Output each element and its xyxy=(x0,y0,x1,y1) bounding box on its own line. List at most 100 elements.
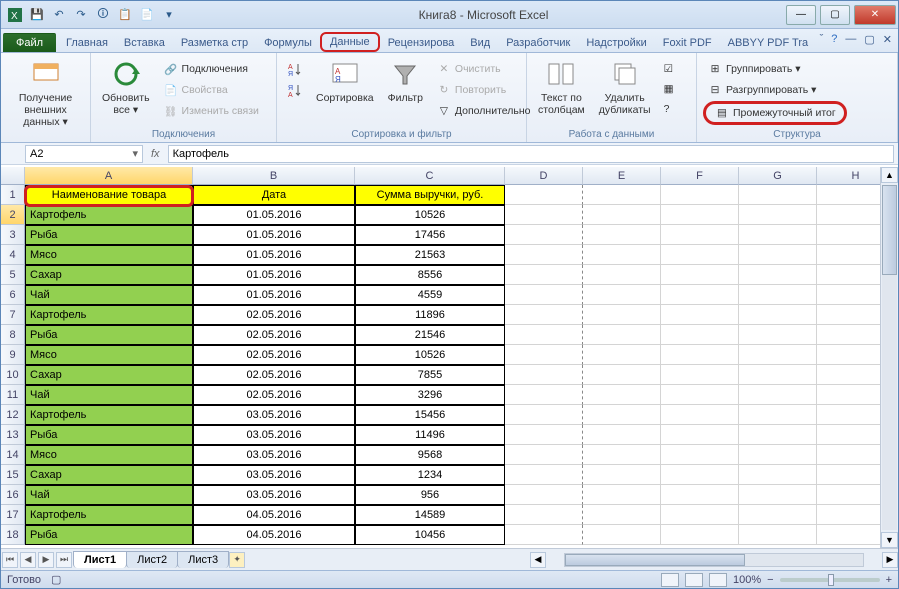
empty-cell[interactable] xyxy=(661,285,739,305)
tab-file[interactable]: Файл xyxy=(3,33,56,52)
name-box-input[interactable] xyxy=(30,148,108,160)
empty-cell[interactable] xyxy=(661,485,739,505)
cell-b-5[interactable]: 01.05.2016 xyxy=(193,265,355,285)
row-header-5[interactable]: 5 xyxy=(1,265,25,285)
cell-c-12[interactable]: 15456 xyxy=(355,405,505,425)
empty-cell[interactable] xyxy=(661,185,739,205)
cell-b-18[interactable]: 04.05.2016 xyxy=(193,525,355,545)
data-validation-icon[interactable]: ☑ xyxy=(660,61,678,77)
empty-cell[interactable] xyxy=(583,305,661,325)
empty-cell[interactable] xyxy=(505,225,583,245)
connections-button[interactable]: 🔗Подключения xyxy=(159,59,263,79)
name-box[interactable]: ▾ xyxy=(25,145,143,163)
empty-cell[interactable] xyxy=(505,445,583,465)
cell-c-2[interactable]: 10526 xyxy=(355,205,505,225)
empty-cell[interactable] xyxy=(661,385,739,405)
cell-a-18[interactable]: Рыба xyxy=(25,525,193,545)
empty-cell[interactable] xyxy=(739,465,817,485)
empty-cell[interactable] xyxy=(739,205,817,225)
row-header-16[interactable]: 16 xyxy=(1,485,25,505)
cell-c-7[interactable]: 11896 xyxy=(355,305,505,325)
row-header-2[interactable]: 2 xyxy=(1,205,25,225)
zoom-slider[interactable] xyxy=(780,578,880,582)
sheet-tab-Лист2[interactable]: Лист2 xyxy=(126,551,178,568)
edit-links-button[interactable]: ⛓Изменить связи xyxy=(159,101,263,121)
empty-cell[interactable] xyxy=(583,405,661,425)
empty-cell[interactable] xyxy=(505,205,583,225)
clear-filter-button[interactable]: ✕Очистить xyxy=(432,59,535,79)
properties-button[interactable]: 📄Свойства xyxy=(159,80,263,100)
cell-c-11[interactable]: 3296 xyxy=(355,385,505,405)
scroll-up-icon[interactable]: ▲ xyxy=(881,167,898,183)
empty-cell[interactable] xyxy=(739,445,817,465)
empty-cell[interactable] xyxy=(583,465,661,485)
sort-za-button[interactable]: ЯА xyxy=(283,80,307,100)
worksheet-grid[interactable]: ABCDEFGHI1Наименование товараДатаСумма в… xyxy=(1,167,898,548)
empty-cell[interactable] xyxy=(661,205,739,225)
empty-cell[interactable] xyxy=(739,185,817,205)
empty-cell[interactable] xyxy=(661,305,739,325)
empty-cell[interactable] xyxy=(583,485,661,505)
cell-a-16[interactable]: Чай xyxy=(25,485,193,505)
cell-c-13[interactable]: 11496 xyxy=(355,425,505,445)
empty-cell[interactable] xyxy=(505,485,583,505)
empty-cell[interactable] xyxy=(505,345,583,365)
cell-a-10[interactable]: Сахар xyxy=(25,365,193,385)
empty-cell[interactable] xyxy=(583,505,661,525)
empty-cell[interactable] xyxy=(739,425,817,445)
cell-c-4[interactable]: 21563 xyxy=(355,245,505,265)
cell-c-14[interactable]: 9568 xyxy=(355,445,505,465)
qat-btn-5[interactable]: 📋 xyxy=(115,5,135,25)
scroll-right-icon[interactable]: ▶ xyxy=(882,552,898,568)
empty-cell[interactable] xyxy=(661,445,739,465)
row-header-11[interactable]: 11 xyxy=(1,385,25,405)
help-icon[interactable]: ? xyxy=(831,33,837,46)
tab-вид[interactable]: Вид xyxy=(462,33,498,52)
empty-cell[interactable] xyxy=(661,345,739,365)
empty-cell[interactable] xyxy=(739,405,817,425)
row-header-7[interactable]: 7 xyxy=(1,305,25,325)
empty-cell[interactable] xyxy=(505,385,583,405)
sheet-tab-Лист3[interactable]: Лист3 xyxy=(177,551,229,568)
scroll-down-icon[interactable]: ▼ xyxy=(881,532,898,548)
empty-cell[interactable] xyxy=(739,365,817,385)
col-header-D[interactable]: D xyxy=(505,167,583,185)
cell-b-6[interactable]: 01.05.2016 xyxy=(193,285,355,305)
qat-btn-6[interactable]: 📄 xyxy=(137,5,157,25)
cell-a-3[interactable]: Рыба xyxy=(25,225,193,245)
filter-button[interactable]: Фильтр xyxy=(383,55,428,107)
sheet-nav-prev-icon[interactable]: ◀ xyxy=(20,552,36,568)
tab-данные[interactable]: Данные xyxy=(320,32,380,52)
sheet-nav-next-icon[interactable]: ▶ xyxy=(38,552,54,568)
cell-c-5[interactable]: 8556 xyxy=(355,265,505,285)
empty-cell[interactable] xyxy=(661,425,739,445)
redo-icon[interactable]: ↷ xyxy=(71,5,91,25)
row-header-9[interactable]: 9 xyxy=(1,345,25,365)
empty-cell[interactable] xyxy=(583,205,661,225)
row-header-1[interactable]: 1 xyxy=(1,185,25,205)
fx-icon[interactable]: fx xyxy=(143,148,168,160)
cell-b-4[interactable]: 01.05.2016 xyxy=(193,245,355,265)
tab-foxit pdf[interactable]: Foxit PDF xyxy=(655,33,720,52)
tab-abbyy pdf tra[interactable]: ABBYY PDF Tra xyxy=(720,33,817,52)
excel-icon[interactable]: X xyxy=(5,5,25,25)
cell-b-13[interactable]: 03.05.2016 xyxy=(193,425,355,445)
cell-b-2[interactable]: 01.05.2016 xyxy=(193,205,355,225)
cell-a-13[interactable]: Рыба xyxy=(25,425,193,445)
whatif-icon[interactable]: ? xyxy=(660,101,678,117)
cell-b-12[interactable]: 03.05.2016 xyxy=(193,405,355,425)
undo-icon[interactable]: ↶ xyxy=(49,5,69,25)
row-header-8[interactable]: 8 xyxy=(1,325,25,345)
view-normal-icon[interactable] xyxy=(661,573,679,587)
empty-cell[interactable] xyxy=(661,505,739,525)
view-pagebreak-icon[interactable] xyxy=(709,573,727,587)
row-header-6[interactable]: 6 xyxy=(1,285,25,305)
empty-cell[interactable] xyxy=(739,285,817,305)
sort-button[interactable]: АЯ Сортировка xyxy=(311,55,379,107)
col-header-F[interactable]: F xyxy=(661,167,739,185)
tab-разметка стр[interactable]: Разметка стр xyxy=(173,33,256,52)
empty-cell[interactable] xyxy=(505,325,583,345)
empty-cell[interactable] xyxy=(583,225,661,245)
header-cell-1[interactable]: Дата xyxy=(193,185,355,205)
cell-c-6[interactable]: 4559 xyxy=(355,285,505,305)
